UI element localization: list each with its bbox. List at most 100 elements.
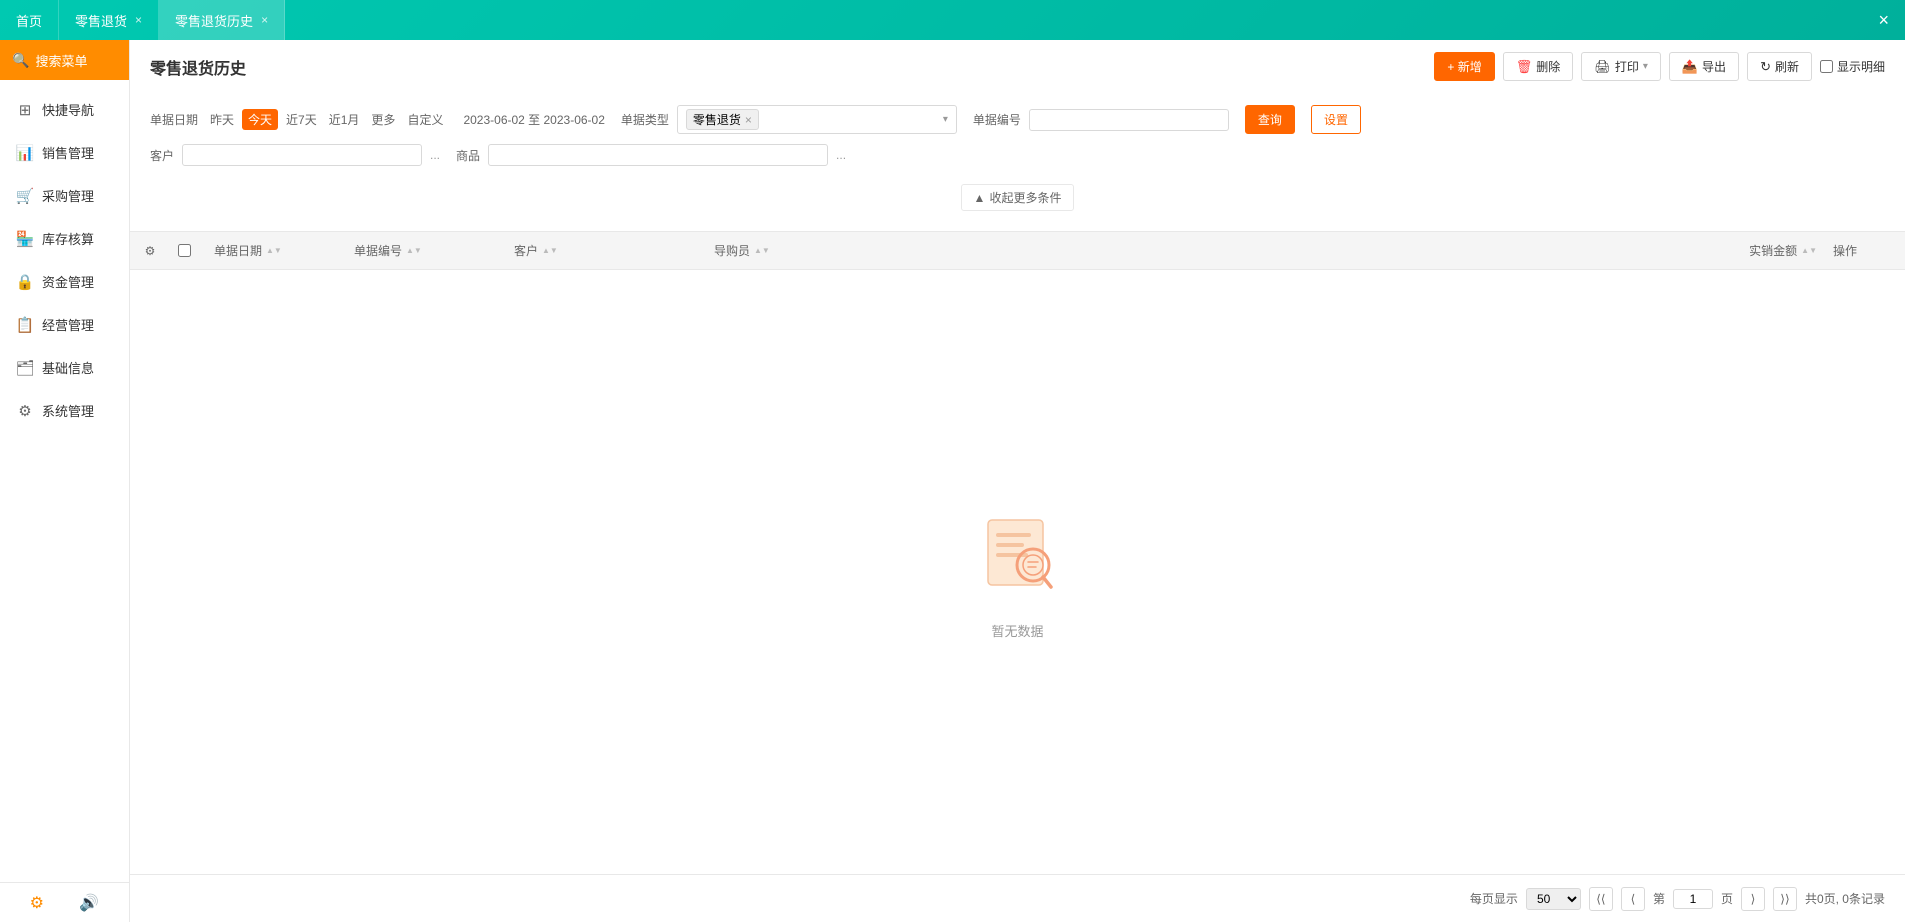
export-button-label: 导出: [1702, 58, 1726, 75]
top-bar: 首页 零售退货 × 零售退货历史 × ×: [0, 0, 1905, 40]
doc-no-input[interactable]: [1029, 109, 1229, 131]
th-doc-no[interactable]: 单据编号 ▲▼: [346, 242, 506, 259]
sidebar-item-ops-mgmt[interactable]: 📋 经营管理: [0, 303, 129, 346]
filter-doc-no: 单据编号: [973, 109, 1229, 131]
th-settings[interactable]: ⚙: [130, 244, 170, 258]
refresh-button-label: 刷新: [1775, 58, 1799, 75]
print-button[interactable]: 🖨 打印 ▾: [1581, 52, 1661, 81]
sidebar-item-finance-mgmt[interactable]: 🔒 资金管理: [0, 260, 129, 303]
sidebar-item-system-mgmt[interactable]: ⚙ 系统管理: [0, 389, 129, 432]
actual-amount-sort-icon[interactable]: ▲▼: [1801, 246, 1817, 255]
per-page-label: 每页显示: [1470, 890, 1518, 907]
query-button-label: 查询: [1258, 111, 1282, 128]
ops-mgmt-icon: 📋: [16, 316, 34, 334]
main-layout: 🔍 搜索菜单 ⊞ 快捷导航 📊 销售管理 🛒 采购管理 🏪 库存核算 🔒: [0, 40, 1905, 922]
th-guide[interactable]: 导购员 ▲▼: [706, 242, 866, 259]
date-opt-7days[interactable]: 近7天: [282, 109, 321, 130]
tab-retail-return-history[interactable]: 零售退货历史 ×: [159, 0, 285, 40]
customer-input[interactable]: [182, 144, 422, 166]
tab-home[interactable]: 首页: [0, 0, 59, 40]
last-page-button[interactable]: ⟩⟩: [1773, 887, 1797, 911]
collapse-filter-button[interactable]: ▲ 收起更多条件: [961, 184, 1075, 211]
doc-date-sort-icon[interactable]: ▲▼: [266, 246, 282, 255]
sidebar-item-quick-nav[interactable]: ⊞ 快捷导航: [0, 88, 129, 131]
query-button[interactable]: 查询: [1245, 105, 1295, 134]
per-page-select[interactable]: 50 20 100: [1526, 888, 1581, 910]
sidebar-search[interactable]: 🔍 搜索菜单: [0, 40, 129, 80]
sidebar-item-system-mgmt-label: 系统管理: [42, 401, 94, 420]
tab-home-label: 首页: [16, 11, 42, 30]
top-bar-tabs: 首页 零售退货 × 零售退货历史 ×: [0, 0, 1862, 40]
tab-retail-return-close[interactable]: ×: [135, 13, 142, 27]
sidebar-item-purchase-mgmt-label: 采购管理: [42, 186, 94, 205]
th-actions-label: 操作: [1833, 242, 1857, 259]
refresh-icon: ↻: [1760, 59, 1771, 75]
th-doc-date[interactable]: 单据日期 ▲▼: [206, 242, 346, 259]
prev-page-button[interactable]: ⟨: [1621, 887, 1645, 911]
date-filter-label: 单据日期: [150, 111, 198, 128]
date-opt-more[interactable]: 更多: [367, 109, 399, 130]
basic-info-icon: 🗂: [16, 359, 34, 377]
filter-date-range: 2023-06-02 至 2023-06-02: [463, 111, 604, 128]
th-guide-label: 导购员: [714, 242, 750, 259]
filter-date: 单据日期 昨天 今天 近7天 近1月 更多 自定义: [150, 109, 447, 130]
sidebar-item-finance-mgmt-label: 资金管理: [42, 272, 94, 291]
delete-button[interactable]: 🗑 删除: [1503, 52, 1574, 81]
page-title-row: 零售退货历史 + 新增 🗑 删除 🖨 打印 ▾ 📤: [150, 52, 1885, 81]
customer-sort-icon[interactable]: ▲▼: [542, 246, 558, 255]
goods-input[interactable]: [488, 144, 828, 166]
date-opt-today[interactable]: 今天: [242, 109, 278, 130]
goods-dots[interactable]: ...: [836, 148, 846, 162]
date-opt-custom[interactable]: 自定义: [403, 109, 447, 130]
show-detail-checkbox-label[interactable]: 显示明细: [1820, 58, 1885, 75]
audio-bottom-icon[interactable]: 🔊: [79, 893, 99, 913]
window-close-button[interactable]: ×: [1862, 10, 1905, 31]
filter-goods: 商品 ...: [456, 144, 846, 166]
filter-customer: 客户 ...: [150, 144, 440, 166]
refresh-button[interactable]: ↻ 刷新: [1747, 52, 1812, 81]
system-mgmt-icon: ⚙: [16, 402, 34, 420]
th-actual-amount-label: 实销金额: [1749, 242, 1797, 259]
doc-type-dropdown-arrow: ▾: [943, 114, 948, 125]
sidebar-item-basic-info[interactable]: 🗂 基础信息: [0, 346, 129, 389]
collapse-filter-label: 收起更多条件: [989, 189, 1061, 206]
settings-button[interactable]: 设置: [1311, 105, 1361, 134]
tab-retail-return-history-close[interactable]: ×: [261, 13, 268, 27]
sidebar-search-label: 搜索菜单: [35, 51, 87, 70]
settings-bottom-icon[interactable]: ⚙: [30, 893, 44, 913]
date-opt-1month[interactable]: 近1月: [325, 109, 364, 130]
filter-row-1: 单据日期 昨天 今天 近7天 近1月 更多 自定义 2023-06-02 至 2…: [150, 105, 1885, 134]
page-input[interactable]: [1673, 889, 1713, 909]
doc-type-tag-close[interactable]: ×: [745, 113, 752, 127]
delete-button-label: 删除: [1536, 58, 1560, 75]
empty-icon: [968, 505, 1068, 605]
th-customer[interactable]: 客户 ▲▼: [506, 242, 706, 259]
first-page-button[interactable]: ⟨⟨: [1589, 887, 1613, 911]
next-page-button[interactable]: ⟩: [1741, 887, 1765, 911]
doc-type-select[interactable]: 零售退货 × ▾: [677, 105, 957, 134]
print-icon: 🖨: [1594, 59, 1611, 75]
new-button[interactable]: + 新增: [1434, 52, 1494, 81]
date-opt-yesterday[interactable]: 昨天: [206, 109, 238, 130]
filter-row-2: 客户 ... 商品 ...: [150, 144, 1885, 166]
doc-no-filter-label: 单据编号: [973, 111, 1021, 128]
doc-type-tag: 零售退货 ×: [686, 109, 759, 130]
sidebar-item-inventory[interactable]: 🏪 库存核算: [0, 217, 129, 260]
pagination-total: 共0页, 0条记录: [1805, 890, 1885, 907]
column-settings-icon[interactable]: ⚙: [145, 244, 156, 258]
customer-dots[interactable]: ...: [430, 148, 440, 162]
export-button[interactable]: 📤 导出: [1669, 52, 1739, 81]
goods-filter-label: 商品: [456, 147, 480, 164]
doc-type-tag-value: 零售退货: [693, 111, 741, 128]
th-actual-amount[interactable]: 实销金额 ▲▼: [1705, 242, 1825, 259]
sidebar-item-sales-mgmt[interactable]: 📊 销售管理: [0, 131, 129, 174]
show-detail-checkbox[interactable]: [1820, 60, 1833, 73]
empty-text: 暂无数据: [991, 621, 1043, 640]
doc-no-sort-icon[interactable]: ▲▼: [406, 246, 422, 255]
sidebar-item-ops-mgmt-label: 经营管理: [42, 315, 94, 334]
sidebar-item-purchase-mgmt[interactable]: 🛒 采购管理: [0, 174, 129, 217]
guide-sort-icon[interactable]: ▲▼: [754, 246, 770, 255]
print-dropdown-arrow: ▾: [1643, 61, 1648, 72]
select-all-checkbox[interactable]: [178, 244, 191, 257]
tab-retail-return[interactable]: 零售退货 ×: [59, 0, 159, 40]
